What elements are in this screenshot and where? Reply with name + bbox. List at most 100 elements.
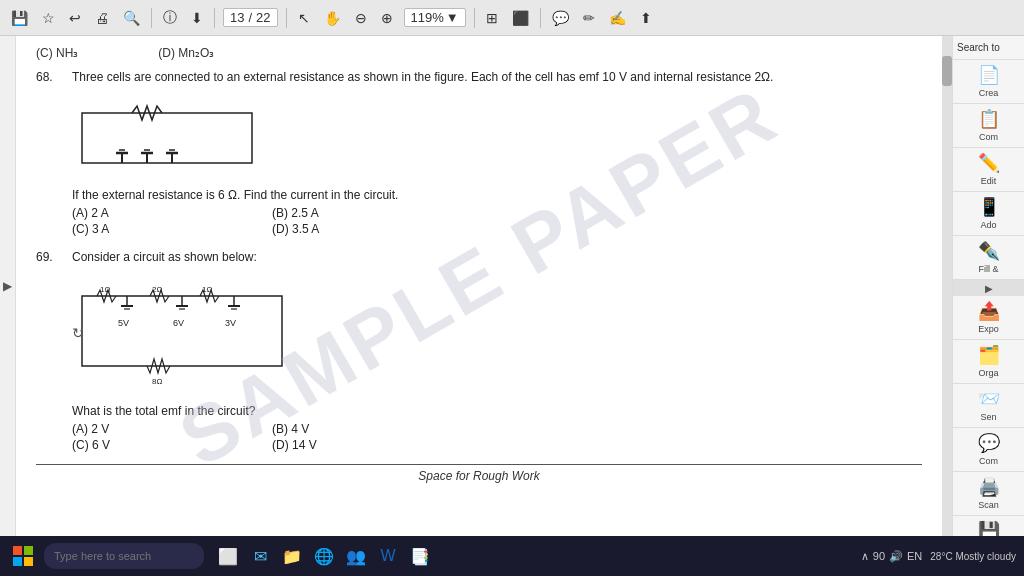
zoom-value: 119% bbox=[411, 10, 444, 25]
divider-4 bbox=[474, 8, 475, 28]
q69-opt-b: (B) 4 V bbox=[272, 422, 452, 436]
scan-label: Scan bbox=[978, 500, 999, 511]
page-indicator[interactable]: 13 / 22 bbox=[223, 8, 278, 27]
sidebar-item-combine[interactable]: 📋 Com bbox=[953, 104, 1024, 148]
question-69: 69. Consider a circuit as shown below: 1… bbox=[36, 248, 922, 452]
sidebar-item-edit[interactable]: ✏️ Edit bbox=[953, 148, 1024, 192]
bookmark-icon[interactable]: ☆ bbox=[39, 8, 58, 28]
q69-number: 69. bbox=[36, 248, 60, 266]
divider-1 bbox=[151, 8, 152, 28]
q68-opt-a: (A) 2 A bbox=[72, 206, 252, 220]
tools-icon[interactable]: ⬛ bbox=[509, 8, 532, 28]
q68-opt-d: (D) 3.5 A bbox=[272, 222, 452, 236]
sidebar-search-label: Search to bbox=[953, 36, 1024, 60]
svg-rect-30 bbox=[13, 557, 22, 566]
scrollbar-thumb[interactable] bbox=[942, 56, 952, 86]
sidebar-item-send[interactable]: 📨 Sen bbox=[953, 384, 1024, 428]
print-icon[interactable]: 🖨 bbox=[92, 8, 112, 28]
volume-icon[interactable]: 🔊 bbox=[889, 550, 903, 563]
info-icon[interactable]: ⓘ bbox=[160, 7, 180, 29]
search-icon[interactable]: 🔍 bbox=[120, 8, 143, 28]
taskbar-search-input[interactable] bbox=[44, 543, 204, 569]
q69-subquestion: What is the total emf in the circuit? bbox=[72, 404, 922, 418]
sidebar-item-create[interactable]: 📄 Crea bbox=[953, 60, 1024, 104]
combine-label: Com bbox=[979, 132, 998, 143]
word-icon[interactable]: W bbox=[374, 542, 402, 570]
q69-opt-c: (C) 6 V bbox=[72, 438, 252, 452]
weather-info: 28°C Mostly cloudy bbox=[930, 551, 1016, 562]
footer-rough-work: Space for Rough Work bbox=[36, 464, 922, 483]
fill-label: Fill & bbox=[979, 264, 999, 275]
right-nav-arrow[interactable]: ▶ bbox=[953, 280, 1024, 296]
back-icon[interactable]: ↩ bbox=[66, 8, 84, 28]
edit-sidebar-icon: ✏️ bbox=[978, 152, 1000, 174]
q69-opt-a: (A) 2 V bbox=[72, 422, 252, 436]
left-nav-arrow[interactable]: ▶ bbox=[0, 36, 16, 536]
send-label: Sen bbox=[980, 412, 996, 423]
fit-width-icon[interactable]: ⊞ bbox=[483, 8, 501, 28]
pdf-icon[interactable]: 📑 bbox=[406, 542, 434, 570]
pdf-scrollbar[interactable] bbox=[942, 36, 952, 536]
edit-icon[interactable]: ✏ bbox=[580, 8, 598, 28]
download-icon[interactable]: ⬇ bbox=[188, 8, 206, 28]
divider-5 bbox=[540, 8, 541, 28]
svg-rect-29 bbox=[24, 546, 33, 555]
sidebar-item-store[interactable]: 💾 Store and Docu bbox=[953, 516, 1024, 536]
sidebar-item-adobe[interactable]: 📱 Ado bbox=[953, 192, 1024, 236]
sign-icon[interactable]: ✍ bbox=[606, 8, 629, 28]
taskbar-right: ∧ 90 🔊 EN 28°C Mostly cloudy bbox=[861, 550, 1016, 563]
sidebar-item-fill[interactable]: ✒️ Fill & bbox=[953, 236, 1024, 280]
zoom-in-icon[interactable]: ⊕ bbox=[378, 8, 396, 28]
organize-icon: 🗂️ bbox=[978, 344, 1000, 366]
q68-options: (A) 2 A (B) 2.5 A (C) 3 A (D) 3.5 A bbox=[72, 206, 922, 236]
tray-expand-icon[interactable]: ∧ bbox=[861, 550, 869, 563]
svg-rect-28 bbox=[13, 546, 22, 555]
mail-icon[interactable]: ✉ bbox=[246, 542, 274, 570]
q69-header: 69. Consider a circuit as shown below: bbox=[36, 248, 922, 266]
svg-text:3V: 3V bbox=[225, 318, 236, 328]
teams-icon[interactable]: 👥 bbox=[342, 542, 370, 570]
edit-label: Edit bbox=[981, 176, 997, 187]
share-icon[interactable]: ⬆ bbox=[637, 8, 655, 28]
taskview-icon[interactable]: ⬜ bbox=[214, 542, 242, 570]
toolbar: 💾 ☆ ↩ 🖨 🔍 ⓘ ⬇ 13 / 22 ↖ ✋ ⊖ ⊕ 119% ▼ ⊞ ⬛… bbox=[0, 0, 1024, 36]
q68-subquestion: If the external resistance is 6 Ω. Find … bbox=[72, 188, 922, 202]
svg-text:↻: ↻ bbox=[72, 325, 84, 341]
sidebar-item-export[interactable]: 📤 Expo bbox=[953, 296, 1024, 340]
page-sep: / bbox=[248, 10, 252, 25]
comment-sidebar-label: Com bbox=[979, 456, 998, 467]
chrome-icon[interactable]: 🌐 bbox=[310, 542, 338, 570]
footer-text: Space for Rough Work bbox=[418, 469, 539, 483]
scan-icon: 🖨️ bbox=[978, 476, 1000, 498]
zoom-out-icon[interactable]: ⊖ bbox=[352, 8, 370, 28]
svg-text:5V: 5V bbox=[118, 318, 129, 328]
divider-2 bbox=[214, 8, 215, 28]
svg-rect-31 bbox=[24, 557, 33, 566]
save-icon[interactable]: 💾 bbox=[8, 8, 31, 28]
comment-icon[interactable]: 💬 bbox=[549, 8, 572, 28]
export-label: Expo bbox=[978, 324, 999, 335]
sidebar-item-organize[interactable]: 🗂️ Orga bbox=[953, 340, 1024, 384]
organize-label: Orga bbox=[978, 368, 998, 379]
explorer-icon[interactable]: 📁 bbox=[278, 542, 306, 570]
taskbar-icons: ⬜ ✉ 📁 🌐 👥 W 📑 bbox=[214, 542, 434, 570]
sidebar-item-comment[interactable]: 💬 Com bbox=[953, 428, 1024, 472]
q68-header: 68. Three cells are connected to an exte… bbox=[36, 68, 922, 86]
left-arrow-icon: ▶ bbox=[3, 279, 12, 293]
create-label: Crea bbox=[979, 88, 999, 99]
system-tray-icons: ∧ 90 🔊 EN bbox=[861, 550, 923, 563]
create-icon: 📄 bbox=[978, 64, 1000, 86]
tray-count: 90 bbox=[873, 550, 885, 562]
sidebar-item-scan[interactable]: 🖨️ Scan bbox=[953, 472, 1024, 516]
zoom-dropdown-icon[interactable]: ▼ bbox=[446, 10, 459, 25]
question-68: 68. Three cells are connected to an exte… bbox=[36, 68, 922, 236]
cursor-icon[interactable]: ↖ bbox=[295, 8, 313, 28]
zoom-level[interactable]: 119% ▼ bbox=[404, 8, 466, 27]
start-button[interactable] bbox=[8, 542, 38, 570]
q69-options: (A) 2 V (B) 4 V (C) 6 V (D) 14 V bbox=[72, 422, 922, 452]
question-area: (C) NH₃ (D) Mn₂O₃ 68. Three cells are co… bbox=[36, 46, 922, 483]
hand-icon[interactable]: ✋ bbox=[321, 8, 344, 28]
option-c-prev: (C) NH₃ bbox=[36, 46, 78, 60]
top-options-line: (C) NH₃ (D) Mn₂O₃ bbox=[36, 46, 922, 60]
weather-temp: 28°C Mostly cloudy bbox=[930, 551, 1016, 562]
